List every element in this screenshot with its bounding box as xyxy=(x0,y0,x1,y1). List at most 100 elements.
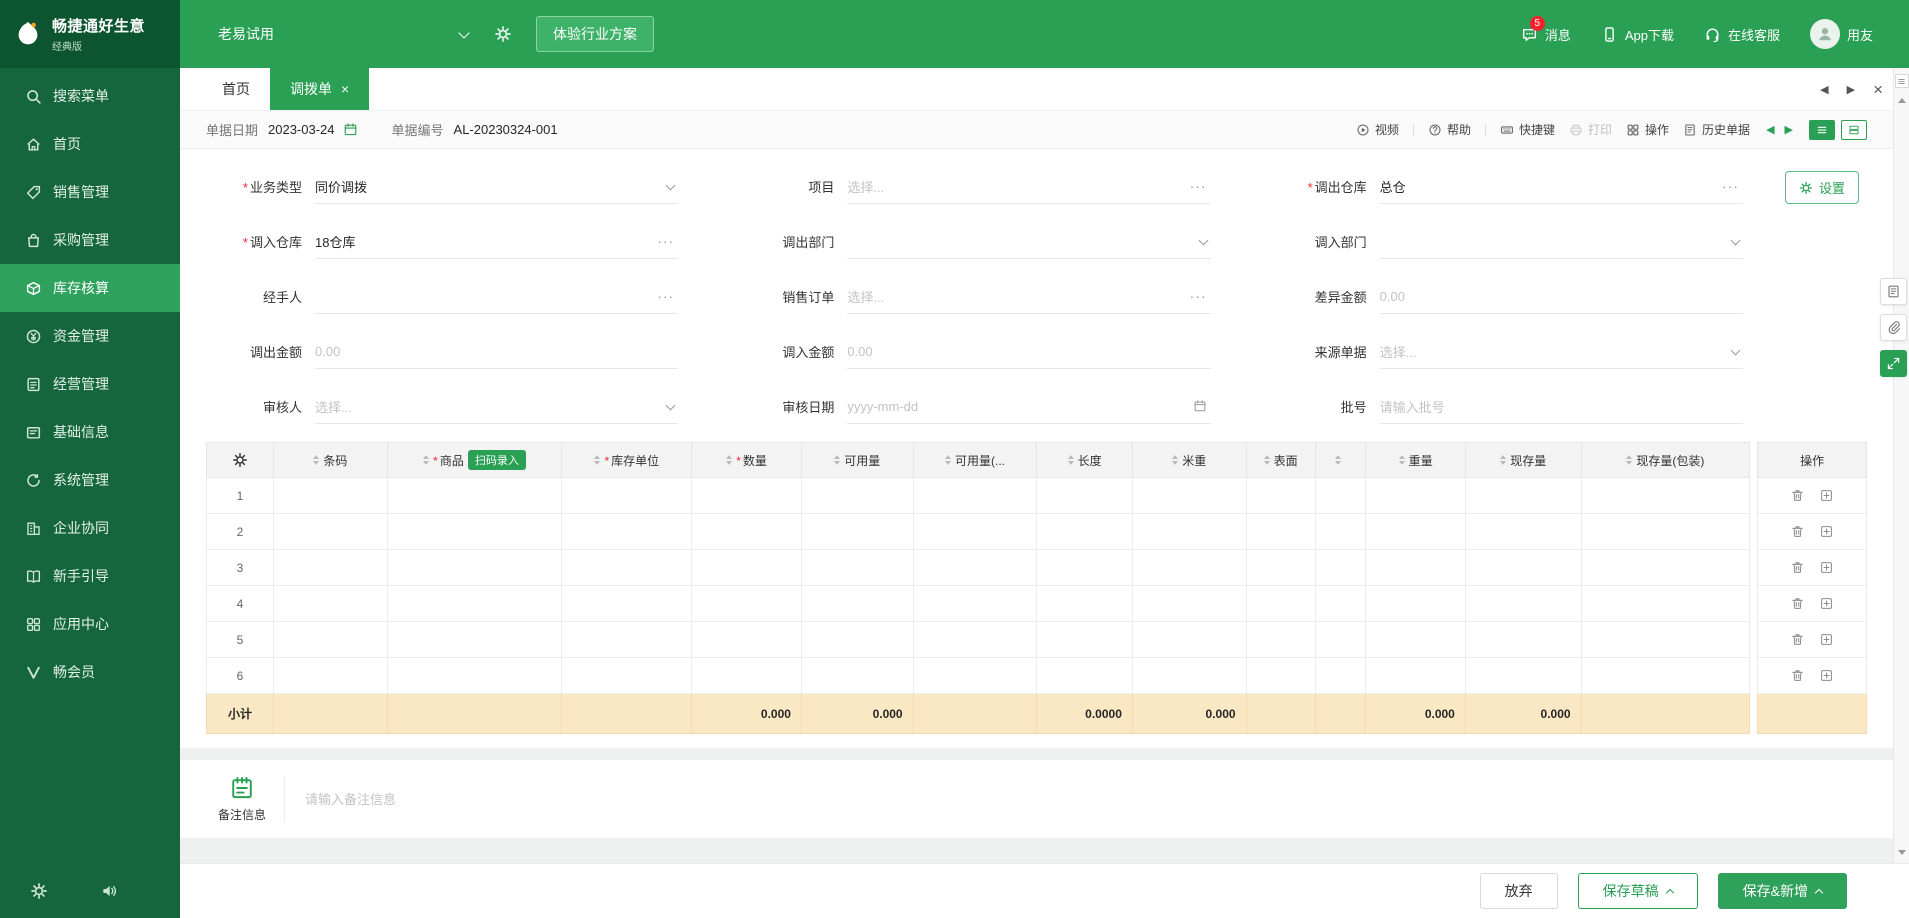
field-input-handler[interactable]: ··· xyxy=(315,280,679,314)
cell-length[interactable] xyxy=(1036,477,1133,514)
cell-surface[interactable] xyxy=(1245,621,1316,658)
user-menu[interactable]: 用友 xyxy=(1809,19,1873,49)
cell-qty[interactable] xyxy=(691,657,802,694)
cell-extra[interactable] xyxy=(1314,657,1367,694)
sidebar-item-guide[interactable]: 新手引导 xyxy=(0,552,180,600)
cell-surface[interactable] xyxy=(1245,513,1316,550)
field-input-out-amount[interactable]: 0.00 xyxy=(315,335,679,369)
copy-row-icon[interactable] xyxy=(1819,560,1834,575)
scroll-down-icon[interactable] xyxy=(1897,850,1906,855)
cell-length[interactable] xyxy=(1036,621,1133,658)
cell-surface[interactable] xyxy=(1245,477,1316,514)
cell-product[interactable] xyxy=(386,549,563,586)
sort-icon[interactable] xyxy=(834,455,841,465)
cell-product[interactable] xyxy=(386,621,563,658)
cell-product[interactable] xyxy=(386,513,563,550)
cell-available2[interactable] xyxy=(912,621,1038,658)
field-input-out-warehouse[interactable]: 总仓 ··· xyxy=(1379,170,1743,204)
cell-unit[interactable] xyxy=(561,585,693,622)
sidebar-item-baseinfo[interactable]: 基础信息 xyxy=(0,408,180,456)
announcement-icon[interactable] xyxy=(100,882,118,900)
field-input-in-dept[interactable] xyxy=(1379,225,1743,259)
cell-stock[interactable] xyxy=(1464,657,1582,694)
cell-stock-pack[interactable] xyxy=(1580,585,1751,622)
cell-meter-weight[interactable] xyxy=(1131,657,1247,694)
tab-list-button[interactable] xyxy=(1894,74,1909,88)
cell-barcode[interactable] xyxy=(273,513,388,550)
doc-template-button[interactable] xyxy=(1880,278,1907,305)
sidebar-item-purchase[interactable]: 采购管理 xyxy=(0,216,180,264)
delete-row-icon[interactable] xyxy=(1790,488,1805,503)
tab-next-icon[interactable]: ▶ xyxy=(1847,83,1855,96)
sidebar-item-member[interactable]: 畅会员 xyxy=(0,648,180,696)
sort-icon[interactable] xyxy=(313,455,320,465)
messages-button[interactable]: 消息 5 xyxy=(1521,15,1571,44)
sort-icon[interactable] xyxy=(1500,455,1507,465)
workspace-gear-icon[interactable] xyxy=(494,25,512,43)
cell-unit[interactable] xyxy=(561,657,693,694)
ellipsis-picker-icon[interactable]: ··· xyxy=(657,234,674,248)
sort-icon[interactable] xyxy=(726,455,733,465)
save-and-new-button[interactable]: 保存&新增 xyxy=(1717,873,1847,909)
cell-stock-pack[interactable] xyxy=(1580,621,1751,658)
attachment-button[interactable] xyxy=(1880,314,1907,341)
cell-available2[interactable] xyxy=(912,549,1038,586)
cell-barcode[interactable] xyxy=(273,657,388,694)
field-input-batch-no[interactable]: 请输入批号 xyxy=(1379,390,1743,424)
cell-qty[interactable] xyxy=(691,477,802,514)
chevron-down-icon[interactable] xyxy=(1730,345,1741,355)
cell-stock[interactable] xyxy=(1464,549,1582,586)
cell-extra[interactable] xyxy=(1314,549,1367,586)
tab-prev-icon[interactable]: ◀ xyxy=(1820,83,1828,96)
cell-available2[interactable] xyxy=(912,585,1038,622)
cell-available2[interactable] xyxy=(912,657,1038,694)
cell-stock[interactable] xyxy=(1464,477,1582,514)
tab-transfer-order[interactable]: 调拨单 × xyxy=(270,68,370,110)
cell-extra[interactable] xyxy=(1314,477,1367,514)
calendar-icon[interactable] xyxy=(343,122,358,137)
field-input-audit-date[interactable]: yyyy-mm-dd xyxy=(847,390,1211,424)
card-view-button[interactable] xyxy=(1841,119,1867,140)
field-input-sales-order[interactable]: 选择... ··· xyxy=(847,280,1211,314)
scan-entry-button[interactable]: 扫码录入 xyxy=(467,450,526,470)
cell-weight[interactable] xyxy=(1365,585,1466,622)
doc-next-icon[interactable]: ▶ xyxy=(1785,123,1793,136)
cell-extra[interactable] xyxy=(1314,585,1367,622)
cell-weight[interactable] xyxy=(1365,549,1466,586)
page-scrollbar[interactable] xyxy=(1893,68,1909,863)
column-header-barcode[interactable]: 条码 xyxy=(273,442,388,478)
ellipsis-picker-icon[interactable]: ··· xyxy=(657,289,674,303)
field-input-in-amount[interactable]: 0.00 xyxy=(847,335,1211,369)
column-header-length[interactable]: 长度 xyxy=(1036,442,1133,478)
cell-qty[interactable] xyxy=(691,585,802,622)
sidebar-item-collab[interactable]: 企业协同 xyxy=(0,504,180,552)
sort-icon[interactable] xyxy=(1172,455,1179,465)
doc-action-help[interactable]: 帮助 xyxy=(1428,121,1471,138)
fullscreen-button[interactable] xyxy=(1880,350,1907,377)
column-header-available2[interactable]: 可用量(... xyxy=(912,442,1038,478)
column-header-surface[interactable]: 表面 xyxy=(1245,442,1316,478)
cell-stock[interactable] xyxy=(1464,621,1582,658)
cell-qty[interactable] xyxy=(691,549,802,586)
column-header-stock[interactable]: 现存量 xyxy=(1464,442,1582,478)
cell-barcode[interactable] xyxy=(273,549,388,586)
field-input-biz-type[interactable]: 同价调拨 xyxy=(315,170,679,204)
cell-unit[interactable] xyxy=(561,621,693,658)
sort-icon[interactable] xyxy=(594,455,601,465)
cell-meter-weight[interactable] xyxy=(1131,513,1247,550)
sort-icon[interactable] xyxy=(423,455,430,465)
cell-surface[interactable] xyxy=(1245,585,1316,622)
cell-qty[interactable] xyxy=(691,513,802,550)
save-draft-button[interactable]: 保存草稿 xyxy=(1577,873,1698,909)
online-service-button[interactable]: 在线客服 xyxy=(1704,25,1780,44)
cell-length[interactable] xyxy=(1036,585,1133,622)
cell-barcode[interactable] xyxy=(273,621,388,658)
cell-qty[interactable] xyxy=(691,621,802,658)
doc-prev-icon[interactable]: ◀ xyxy=(1766,123,1774,136)
cell-weight[interactable] xyxy=(1365,657,1466,694)
doc-action-video[interactable]: 视频 xyxy=(1356,121,1399,138)
cell-stock-pack[interactable] xyxy=(1580,657,1751,694)
sidebar-item-system[interactable]: 系统管理 xyxy=(0,456,180,504)
delete-row-icon[interactable] xyxy=(1790,632,1805,647)
app-download-button[interactable]: App下载 xyxy=(1601,25,1674,44)
